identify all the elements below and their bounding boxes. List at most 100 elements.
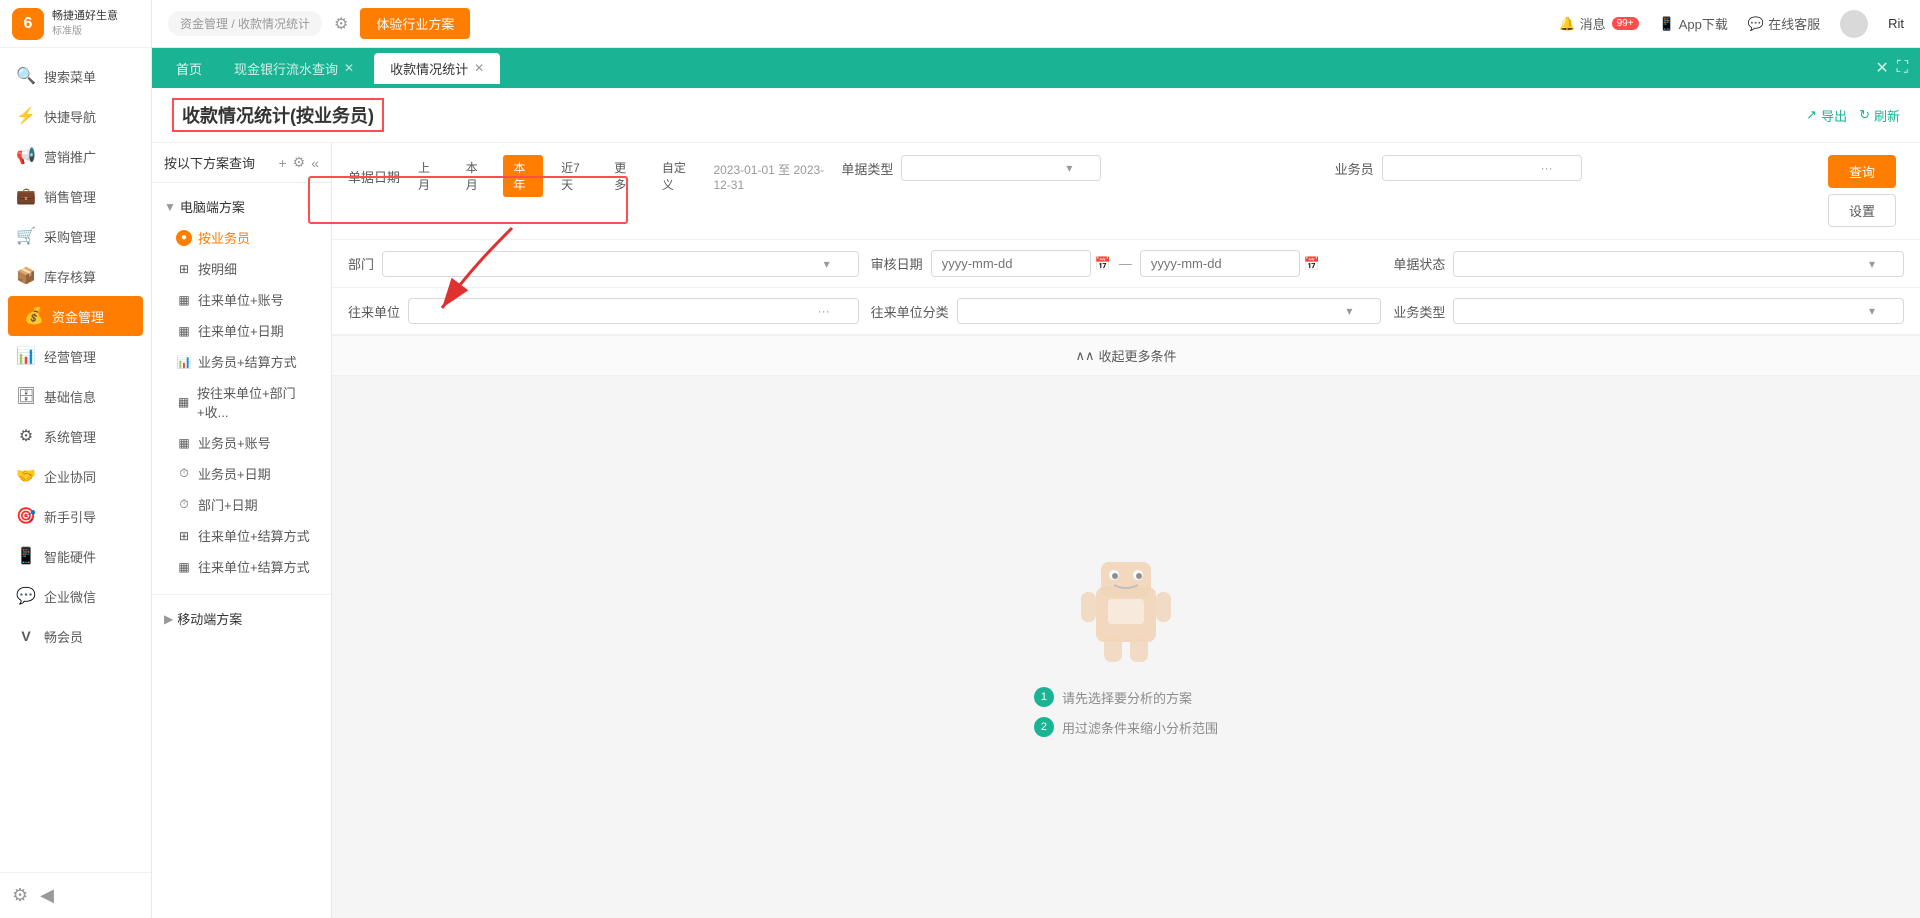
- date-range-display: 2023-01-01 至 2023-12-31: [713, 161, 829, 192]
- partner-select[interactable]: ···: [408, 298, 859, 324]
- table4-icon: ▦: [176, 435, 192, 451]
- scheme-item-salesperson-calc[interactable]: 📊 业务员+结算方式: [152, 346, 331, 377]
- scheme-item-by-detail[interactable]: ⊞ 按明细: [152, 253, 331, 284]
- scheme-item-unit-calc2[interactable]: ▦ 往来单位+结算方式: [152, 551, 331, 582]
- sidebar-nav: 🔍 搜索菜单 ⚡ 快捷导航 📢 营销推广 💼 销售管理 🛒 采购管理 📦 库存核…: [0, 48, 151, 872]
- salesperson-select[interactable]: ···: [1382, 155, 1582, 181]
- collapse-sidebar-icon[interactable]: ◀: [40, 885, 54, 906]
- set-button[interactable]: 设置: [1828, 194, 1896, 227]
- date-tab-this-month[interactable]: 本月: [456, 155, 496, 197]
- scheme-group-mobile-title[interactable]: ▶ 移动端方案: [152, 603, 331, 634]
- service-icon: 💬: [1748, 16, 1764, 32]
- collapse-filters-button[interactable]: ∧∧ 收起更多条件: [332, 335, 1920, 376]
- sales-icon: 💼: [16, 186, 36, 206]
- step-num-2: 2: [1034, 717, 1054, 737]
- logo-text: 畅捷通好生意 标准版: [52, 9, 118, 38]
- partner-category-select[interactable]: ▾: [957, 298, 1382, 324]
- sidebar-item-sales[interactable]: 💼 销售管理: [0, 176, 151, 216]
- sidebar-item-guide[interactable]: 🎯 新手引导: [0, 496, 151, 536]
- scheme-item-salesperson-account[interactable]: ▦ 业务员+账号: [152, 427, 331, 458]
- scheme-item-unit-date[interactable]: ▦ 往来单位+日期: [152, 315, 331, 346]
- sidebar-item-member[interactable]: V 畅会员: [0, 616, 151, 656]
- sidebar-item-quicknav[interactable]: ⚡ 快捷导航: [0, 96, 151, 136]
- doc-type-select[interactable]: ▾: [901, 155, 1101, 181]
- doc-status-label: 单据状态: [1393, 254, 1445, 273]
- sidebar-item-hardware[interactable]: 📱 智能硬件: [0, 536, 151, 576]
- wechat-icon: 💬: [16, 586, 36, 606]
- settings-bottom-icon[interactable]: ⚙: [12, 885, 28, 906]
- sidebar-item-search[interactable]: 🔍 搜索菜单: [0, 56, 151, 96]
- logo-icon: 6: [12, 8, 44, 40]
- tab-receipt[interactable]: 收款情况统计 ✕: [374, 53, 500, 84]
- header-left: 资金管理 / 收款情况统计 ⚙ 体验行业方案: [168, 8, 470, 39]
- sidebar-item-marketing[interactable]: 📢 营销推广: [0, 136, 151, 176]
- tab-bank[interactable]: 现金银行流水查询 ✕: [218, 53, 370, 84]
- dept-select[interactable]: ▾: [382, 251, 859, 277]
- sidebar-item-inventory[interactable]: 📦 库存核算: [0, 256, 151, 296]
- content-main: 单据日期 上月 本月 本年 近7天 更多 自定义 2023-01-01 至 20…: [332, 143, 1920, 918]
- scheme-item-by-salesperson[interactable]: ● 按业务员: [152, 222, 331, 253]
- sidebar-item-wechat[interactable]: 💬 企业微信: [0, 576, 151, 616]
- scheme-panel-header: 按以下方案查询 + ⚙ «: [152, 143, 331, 183]
- tab-bar: 首页 现金银行流水查询 ✕ 收款情况统计 ✕ ✕ ⛶: [152, 48, 1920, 88]
- date-tab-7days[interactable]: 近7天: [551, 155, 596, 197]
- scheme-item-unit-account[interactable]: ▦ 往来单位+账号: [152, 284, 331, 315]
- online-service-item[interactable]: 💬 在线客服: [1748, 14, 1820, 33]
- export-button[interactable]: ↗ 导出: [1806, 106, 1847, 125]
- date-tabs: 上月 本月 本年 近7天 更多 自定义 2023-01-01 至 2023-12…: [408, 155, 829, 197]
- biz-type-select[interactable]: ▾: [1453, 298, 1904, 324]
- scheme-item-unit-dept-recv[interactable]: ▦ 按往来单位+部门+收...: [152, 377, 331, 427]
- sidebar-item-finance[interactable]: 💰 资金管理: [8, 296, 143, 336]
- sidebar-item-operations[interactable]: 📊 经营管理: [0, 336, 151, 376]
- partner-category-arrow: ▾: [1346, 304, 1352, 318]
- collapse-icon: ∧∧: [1075, 348, 1094, 364]
- date-tab-last-month[interactable]: 上月: [408, 155, 448, 197]
- doc-status-select[interactable]: ▾: [1453, 251, 1904, 277]
- partner-more-icon[interactable]: ···: [818, 304, 830, 318]
- salesperson-more-icon[interactable]: ···: [1541, 161, 1553, 175]
- page-title: 收款情况统计(按业务员): [172, 98, 384, 132]
- date-tab-more[interactable]: 更多: [604, 155, 644, 197]
- tab-home[interactable]: 首页: [164, 53, 214, 84]
- review-date-start[interactable]: [931, 250, 1091, 277]
- notification-item[interactable]: 🔔 消息 99+: [1559, 14, 1638, 33]
- tab-fullscreen-icon[interactable]: ⛶: [1897, 59, 1908, 77]
- scheme-group-desktop-title[interactable]: ▼ 电脑端方案: [152, 191, 331, 222]
- system-icon: ⚙: [16, 426, 36, 446]
- app-download-item[interactable]: 📱 App下载: [1659, 14, 1728, 33]
- date-tab-this-year[interactable]: 本年: [503, 155, 543, 197]
- tab-close-all-icon[interactable]: ✕: [1875, 58, 1888, 78]
- review-date-end[interactable]: [1140, 250, 1300, 277]
- scheme-panel: 按以下方案查询 + ⚙ « ▼ 电脑端方案 ● 按业务员: [152, 143, 332, 918]
- scheme-settings-icon[interactable]: ⚙: [293, 154, 306, 171]
- sidebar-item-system[interactable]: ⚙ 系统管理: [0, 416, 151, 456]
- date-tab-custom[interactable]: 自定义: [652, 155, 702, 197]
- empty-state: 1 请先选择要分析的方案 2 用过滤条件来缩小分析范围: [332, 376, 1920, 918]
- quicknav-icon: ⚡: [16, 106, 36, 126]
- query-button[interactable]: 查询: [1828, 155, 1896, 188]
- user-avatar[interactable]: [1840, 10, 1868, 38]
- sidebar-item-purchase[interactable]: 🛒 采购管理: [0, 216, 151, 256]
- tab-bank-close[interactable]: ✕: [344, 61, 354, 75]
- empty-step-1: 1 请先选择要分析的方案: [1034, 687, 1218, 707]
- table-icon: ▦: [176, 292, 192, 308]
- scheme-add-icon[interactable]: +: [278, 155, 286, 171]
- scheme-item-dept-date[interactable]: ⏱ 部门+日期: [152, 489, 331, 520]
- tab-bar-right: ✕ ⛶: [1875, 58, 1908, 78]
- doc-type-label: 单据类型: [841, 159, 893, 178]
- header-settings-icon[interactable]: ⚙: [334, 14, 348, 34]
- scheme-item-unit-calc1[interactable]: ⊞ 往来单位+结算方式: [152, 520, 331, 551]
- scheme-panel-title: 按以下方案查询: [164, 153, 255, 172]
- tab-receipt-close[interactable]: ✕: [474, 61, 484, 75]
- filter-actions: 查询 设置: [1828, 155, 1904, 227]
- refresh-button[interactable]: ↻ 刷新: [1859, 106, 1900, 125]
- sidebar-item-enterprise[interactable]: 🤝 企业协同: [0, 456, 151, 496]
- sidebar-bottom: ⚙ ◀: [0, 872, 151, 918]
- sidebar-item-basic[interactable]: 🗄 基础信息: [0, 376, 151, 416]
- scheme-item-salesperson-date[interactable]: ⏱ 业务员+日期: [152, 458, 331, 489]
- scheme-collapse-icon[interactable]: «: [311, 155, 319, 171]
- partner-category-label: 往来单位分类: [871, 302, 949, 321]
- grid-icon: ⊞: [176, 261, 192, 277]
- trial-button[interactable]: 体验行业方案: [360, 8, 470, 39]
- user-name: Rit: [1888, 16, 1904, 31]
